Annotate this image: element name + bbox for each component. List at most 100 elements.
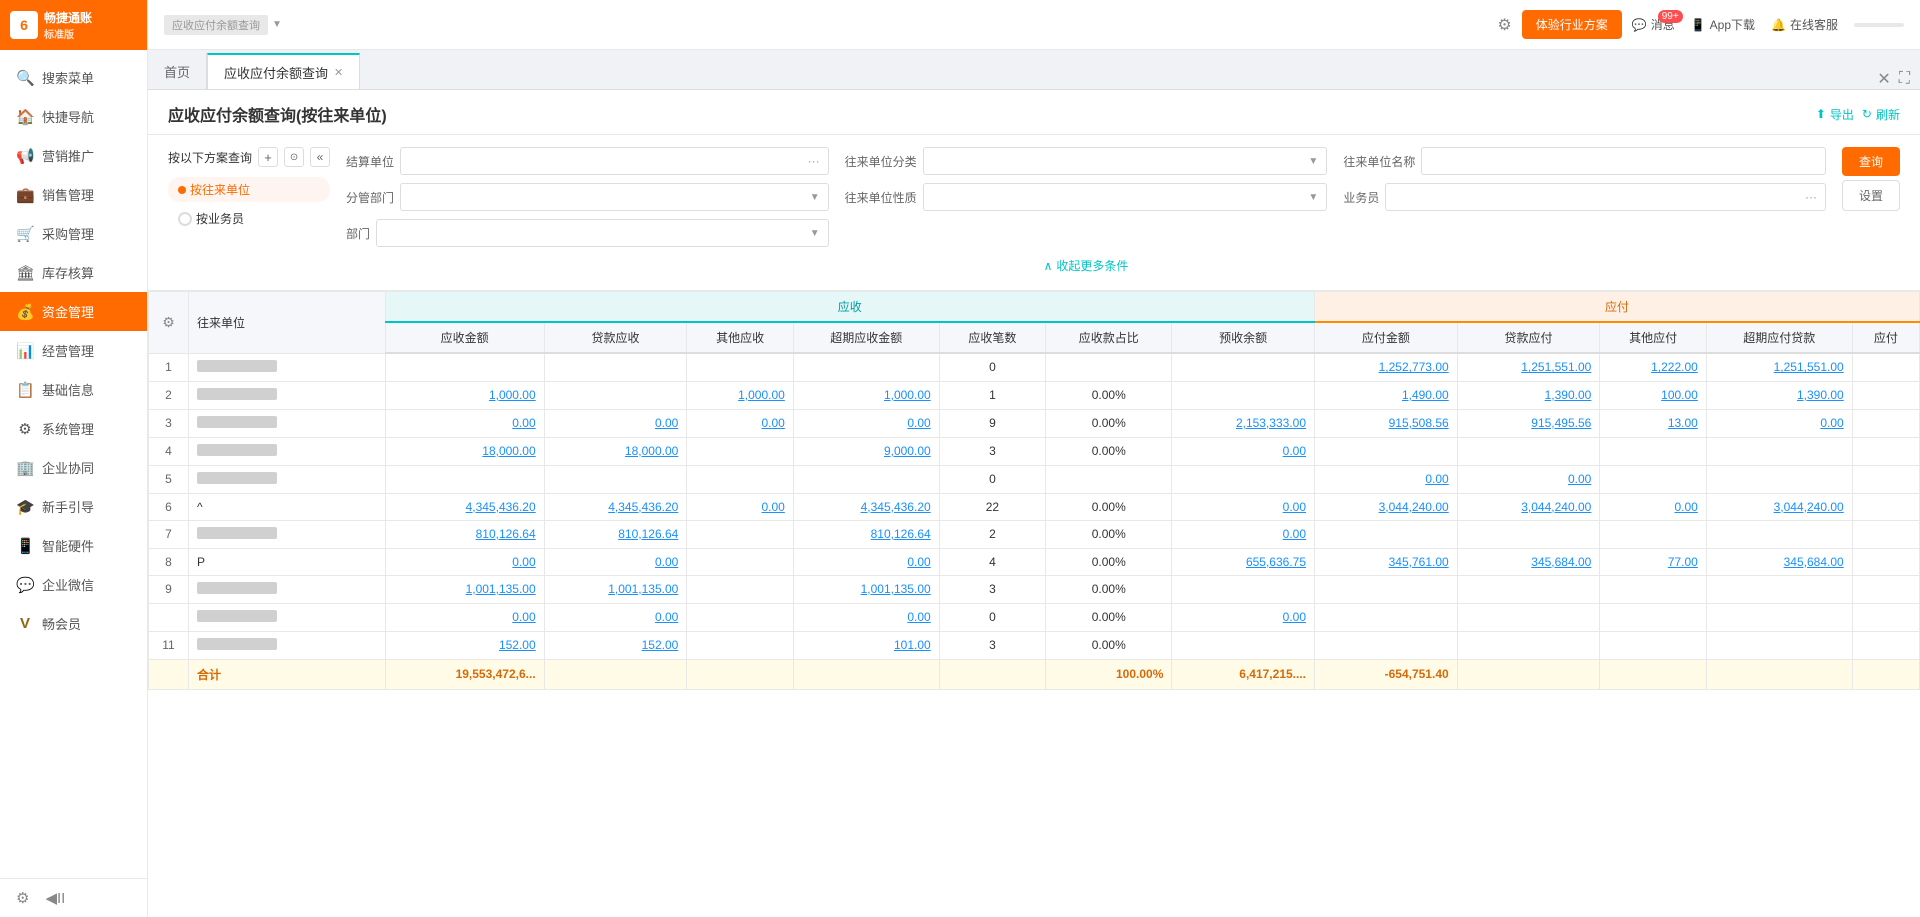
link-value[interactable]: 0.00 xyxy=(1283,527,1306,541)
link-value[interactable]: 1,001,135.00 xyxy=(466,582,536,596)
link-value[interactable]: 0.00 xyxy=(655,610,678,624)
sidebar-item-sales[interactable]: 💼 销售管理 xyxy=(0,175,147,214)
collapse-scheme-icon[interactable]: « xyxy=(310,147,330,167)
sidebar-item-quick[interactable]: 🏠 快捷导航 xyxy=(0,97,147,136)
link-value[interactable]: 4,345,436.20 xyxy=(608,500,678,514)
app-download-button[interactable]: 📱 App下载 xyxy=(1691,16,1755,33)
sidebar-item-finance[interactable]: 💰 资金管理 xyxy=(0,292,147,331)
link-value[interactable]: 1,252,773.00 xyxy=(1379,360,1449,374)
sidebar-item-business[interactable]: 📊 经营管理 xyxy=(0,331,147,370)
link-value[interactable]: 1,251,551.00 xyxy=(1774,360,1844,374)
settings-button[interactable]: 设置 xyxy=(1842,180,1900,211)
link-value[interactable]: 655,636.75 xyxy=(1246,555,1306,569)
link-value[interactable]: 0.00 xyxy=(512,610,535,624)
filter-by-staff[interactable]: 按业务员 xyxy=(168,206,330,231)
sidebar-item-marketing[interactable]: 📢 营销推广 xyxy=(0,136,147,175)
link-value[interactable]: 1,222.00 xyxy=(1651,360,1698,374)
partner-nature-input[interactable]: ▼ xyxy=(923,183,1328,211)
settings-bottom-icon[interactable]: ⚙ xyxy=(16,889,29,907)
link-value[interactable]: 345,684.00 xyxy=(1531,555,1591,569)
link-value[interactable]: 0.00 xyxy=(1674,500,1697,514)
link-value[interactable]: 1,000.00 xyxy=(489,388,536,402)
sidebar-item-system[interactable]: ⚙ 系统管理 xyxy=(0,409,147,448)
link-value[interactable]: 18,000.00 xyxy=(482,444,535,458)
link-value[interactable]: 1,390.00 xyxy=(1797,388,1844,402)
tab-close-window-icon[interactable]: ✕ xyxy=(1877,69,1890,89)
sidebar-item-corp[interactable]: 🏢 企业协同 xyxy=(0,448,147,487)
link-value[interactable]: 101.00 xyxy=(894,638,931,652)
link-value[interactable]: 4,345,436.20 xyxy=(466,500,536,514)
link-value[interactable]: 810,126.64 xyxy=(476,527,536,541)
link-value[interactable]: 345,684.00 xyxy=(1784,555,1844,569)
tab-close-icon[interactable]: ✕ xyxy=(334,66,343,79)
collapse-sidebar-icon[interactable]: ◀II xyxy=(45,889,65,907)
link-value[interactable]: 4,345,436.20 xyxy=(861,500,931,514)
settlement-input[interactable]: ··· xyxy=(400,147,829,175)
sidebar-item-purchase[interactable]: 🛒 采购管理 xyxy=(0,214,147,253)
sidebar-item-hardware[interactable]: 📱 智能硬件 xyxy=(0,526,147,565)
link-value[interactable]: 0.00 xyxy=(761,500,784,514)
link-value[interactable]: 1,000.00 xyxy=(738,388,785,402)
sidebar-item-guide[interactable]: 🎓 新手引导 xyxy=(0,487,147,526)
sidebar-item-wechat[interactable]: 💬 企业微信 xyxy=(0,565,147,604)
tab-expand-icon[interactable]: ⛶ xyxy=(1899,70,1910,88)
link-value[interactable]: 3,044,240.00 xyxy=(1379,500,1449,514)
link-value[interactable]: 18,000.00 xyxy=(625,444,678,458)
link-value[interactable]: 1,390.00 xyxy=(1545,388,1592,402)
link-value[interactable]: 0.00 xyxy=(512,416,535,430)
link-value[interactable]: 0.00 xyxy=(1283,500,1306,514)
export-button[interactable]: ⬆ 导出 xyxy=(1816,106,1854,123)
online-service-button[interactable]: 🔔 在线客服 xyxy=(1771,16,1838,33)
partner-category-input[interactable]: ▼ xyxy=(923,147,1328,175)
link-value[interactable]: 0.00 xyxy=(1283,610,1306,624)
link-value[interactable]: 100.00 xyxy=(1661,388,1698,402)
collapse-filters-button[interactable]: ∧ 收起更多条件 xyxy=(346,253,1826,278)
link-value[interactable]: 3,044,240.00 xyxy=(1774,500,1844,514)
sidebar-item-member[interactable]: V 畅会员 xyxy=(0,604,147,643)
refresh-button[interactable]: ↻ 刷新 xyxy=(1862,106,1900,123)
link-value[interactable]: 0.00 xyxy=(1283,444,1306,458)
link-value[interactable]: 152.00 xyxy=(499,638,536,652)
message-button[interactable]: 💬 消息 99+ xyxy=(1632,16,1675,33)
link-value[interactable]: 0.00 xyxy=(907,555,930,569)
tab-receivable[interactable]: 应收应付余额查询 ✕ xyxy=(207,53,360,89)
header-gear-icon[interactable]: ⚙ xyxy=(1497,15,1511,35)
link-value[interactable]: 0.00 xyxy=(907,416,930,430)
link-value[interactable]: 810,126.64 xyxy=(871,527,931,541)
sidebar-item-basic[interactable]: 📋 基础信息 xyxy=(0,370,147,409)
dept-input[interactable]: ▼ xyxy=(376,219,829,247)
link-value[interactable]: 13.00 xyxy=(1668,416,1698,430)
link-value[interactable]: 915,495.56 xyxy=(1531,416,1591,430)
link-value[interactable]: 915,508.56 xyxy=(1389,416,1449,430)
table-settings-icon[interactable]: ⚙ xyxy=(162,314,175,330)
partner-name-input[interactable] xyxy=(1421,147,1826,175)
link-value[interactable]: 1,000.00 xyxy=(884,388,931,402)
link-value[interactable]: 0.00 xyxy=(761,416,784,430)
link-value[interactable]: 0.00 xyxy=(1568,472,1591,486)
link-value[interactable]: 152.00 xyxy=(642,638,679,652)
link-value[interactable]: 0.00 xyxy=(512,555,535,569)
link-value[interactable]: 0.00 xyxy=(907,610,930,624)
link-value[interactable]: 1,001,135.00 xyxy=(861,582,931,596)
tab-home[interactable]: 首页 xyxy=(148,53,207,89)
link-value[interactable]: 2,153,333.00 xyxy=(1236,416,1306,430)
query-button[interactable]: 查询 xyxy=(1842,147,1900,176)
link-value[interactable]: 1,251,551.00 xyxy=(1521,360,1591,374)
link-value[interactable]: 0.00 xyxy=(655,555,678,569)
link-value[interactable]: 0.00 xyxy=(1820,416,1843,430)
link-value[interactable]: 0.00 xyxy=(1425,472,1448,486)
link-value[interactable]: 3,044,240.00 xyxy=(1521,500,1591,514)
link-value[interactable]: 810,126.64 xyxy=(618,527,678,541)
link-value[interactable]: 9,000.00 xyxy=(884,444,931,458)
sidebar-item-inventory[interactable]: 🏛 库存核算 xyxy=(0,253,147,292)
add-scheme-icon[interactable]: + xyxy=(258,147,278,167)
link-value[interactable]: 345,761.00 xyxy=(1389,555,1449,569)
filter-by-partner[interactable]: 按往来单位 xyxy=(168,177,330,202)
target-scheme-icon[interactable]: ⊙ xyxy=(284,147,304,167)
link-value[interactable]: 77.00 xyxy=(1668,555,1698,569)
dept-managed-input[interactable]: ▼ xyxy=(400,183,829,211)
salesperson-input[interactable]: ··· xyxy=(1385,183,1826,211)
user-button[interactable] xyxy=(1854,23,1904,27)
sidebar-item-search[interactable]: 🔍 搜索菜单 xyxy=(0,58,147,97)
link-value[interactable]: 1,001,135.00 xyxy=(608,582,678,596)
